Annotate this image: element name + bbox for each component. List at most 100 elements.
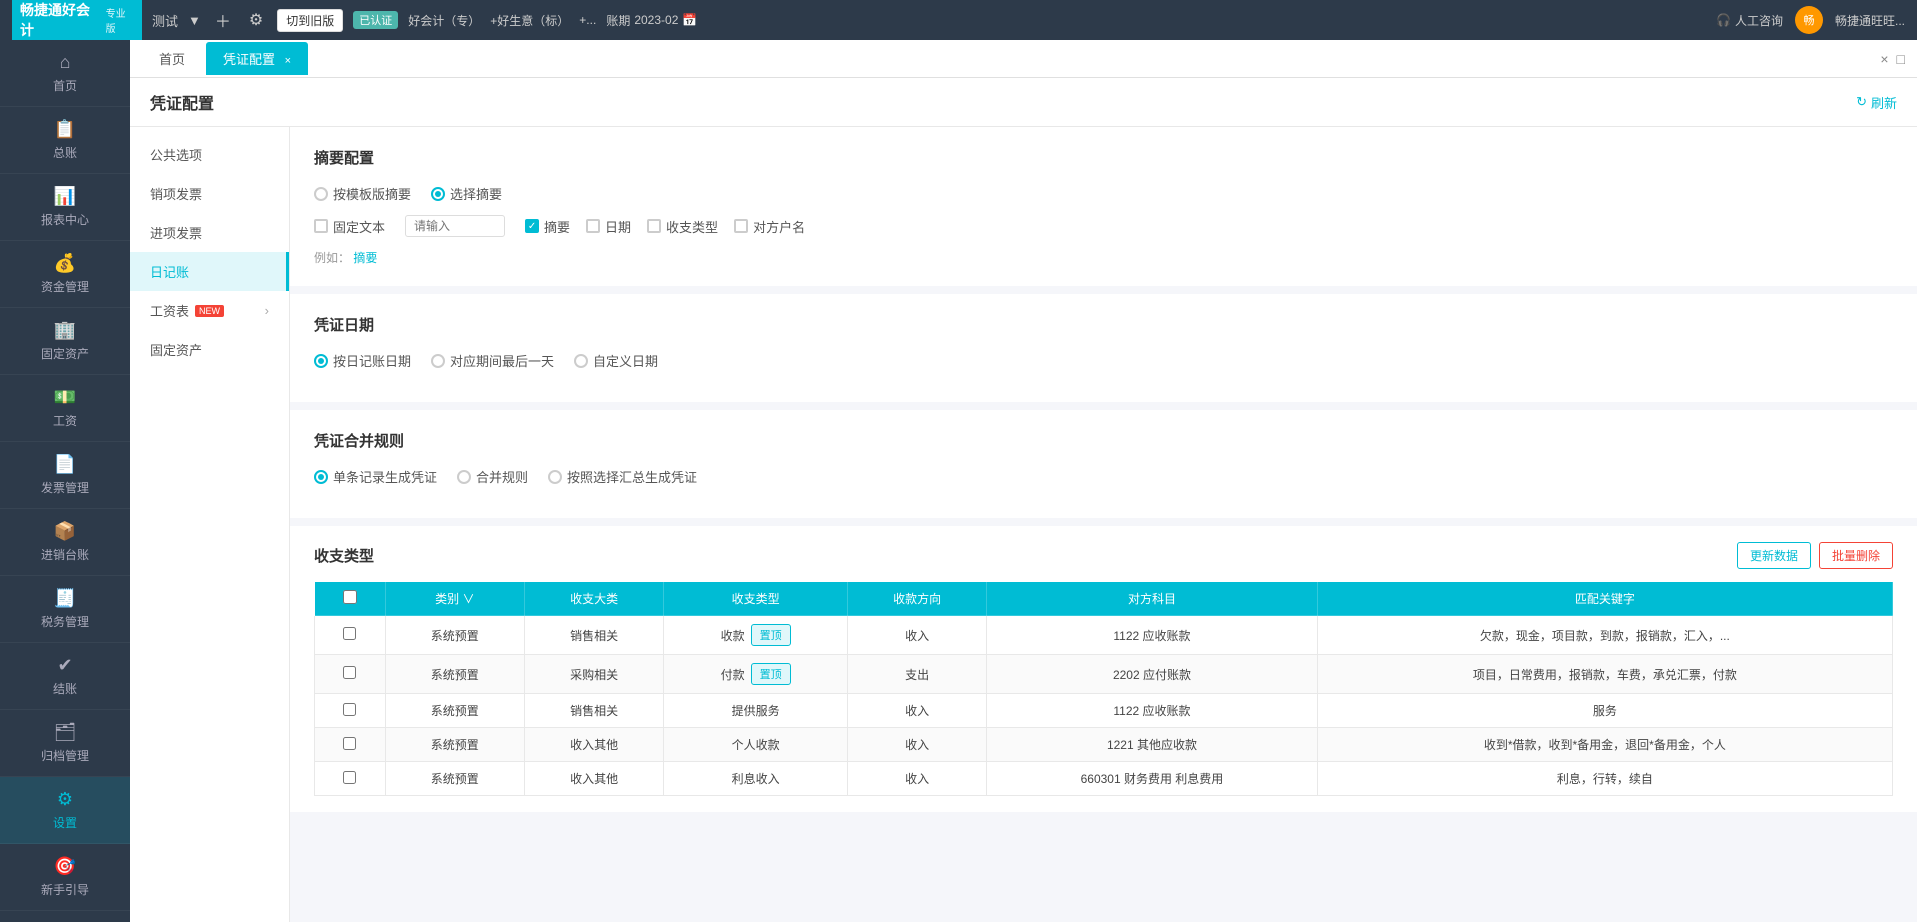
row-category: 系统预置 [385,616,524,655]
check-all-checkbox[interactable] [343,590,357,604]
row-main-type: 收入其他 [524,728,663,762]
checkbox-date[interactable]: 日期 [586,217,631,236]
sidebar-item-archive[interactable]: 🗂 归档管理 [0,710,130,777]
top-tag-button[interactable]: 置顶 [751,624,791,646]
sidebar-item-tax[interactable]: 🧾 税务管理 [0,576,130,643]
checkbox-fixed-box [314,219,328,233]
window-expand-button[interactable]: □ [1897,51,1905,67]
left-nav-sales-label: 销项发票 [150,184,202,203]
row-checkbox-cell[interactable] [315,655,386,694]
left-nav-payroll-table[interactable]: 工资表 NEW › [130,291,289,330]
period-value: 2023-02 [634,13,678,27]
date-radio-group: 按日记账日期 对应期间最后一天 自定义日期 [314,351,1893,370]
radio-select-summary[interactable]: 按照选择汇总生成凭证 [548,467,697,486]
checkbox-income-box [647,219,661,233]
row-checkbox-cell[interactable] [315,728,386,762]
radio-merge-rules-circle [457,470,471,484]
row-sub-type: 利息收入 [664,762,848,796]
checkbox-fixed-text[interactable]: 固定文本 [314,217,385,236]
sidebar-item-invoice-mgmt[interactable]: 📄 发票管理 [0,442,130,509]
page-title: 凭证配置 [150,90,214,114]
radio-journal-date[interactable]: 按日记账日期 [314,351,411,370]
row-category: 系统预置 [385,694,524,728]
voucher-merge-section: 凭证合并规则 单条记录生成凭证 合并规则 [290,410,1917,526]
sidebar-item-ledger[interactable]: 📋 总账 [0,107,130,174]
sidebar-item-payroll[interactable]: 💵 工资 [0,375,130,442]
left-nav-payroll-label: 工资表 [150,301,189,320]
radio-merge-rules[interactable]: 合并规则 [457,467,528,486]
checkbox-income-label: 收支类型 [666,217,718,236]
sidebar-item-reports[interactable]: 📊 报表中心 [0,174,130,241]
row-checkbox-cell[interactable] [315,616,386,655]
left-nav-fixed-label: 固定资产 [150,340,202,359]
checkbox-summary[interactable]: ✓ 摘要 [525,217,570,236]
checkbox-summary-box: ✓ [525,219,539,233]
left-nav-journal[interactable]: 日记账 [130,252,289,291]
settings-icon[interactable]: ⚙ [245,8,267,32]
left-nav-purchase-invoice[interactable]: 进项发票 [130,213,289,252]
calendar-icon[interactable]: 📅 [682,13,697,27]
row-keywords: 收到*借款，收到*备用金，退回*备用金，个人 [1317,728,1892,762]
checkbox-summary-label: 摘要 [544,217,570,236]
radio-select-label: 选择摘要 [450,184,502,203]
row-checkbox[interactable] [343,703,356,716]
checkbox-counterparty[interactable]: 对方户名 [734,217,805,236]
update-data-button[interactable]: 更新数据 [1737,542,1811,569]
fixed-assets-icon: 🏢 [54,320,76,341]
tab-home[interactable]: 首页 [142,42,202,75]
sidebar-item-funds[interactable]: 💰 资金管理 [0,241,130,308]
sidebar-item-home[interactable]: ⌂ 首页 [0,40,130,107]
radio-period-last[interactable]: 对应期间最后一天 [431,351,554,370]
radio-single[interactable]: 单条记录生成凭证 [314,467,437,486]
radio-template[interactable]: 按模板版摘要 [314,184,411,203]
sidebar-item-settlement[interactable]: ✔ 结账 [0,643,130,710]
radio-merge-rules-label: 合并规则 [476,467,528,486]
sidebar-item-settings[interactable]: ⚙ 设置 [0,777,130,844]
user-avatar[interactable]: 畅 [1795,6,1823,34]
tab-voucher-label: 凭证配置 [223,52,275,67]
left-nav-sales-invoice[interactable]: 销项发票 [130,174,289,213]
row-subject: 1122 应收账款 [987,616,1317,655]
radio-custom-date-circle [574,354,588,368]
radio-select[interactable]: 选择摘要 [431,184,502,203]
radio-template-label: 按模板版摘要 [333,184,411,203]
tab-close-icon[interactable]: × [285,55,291,67]
consult-button[interactable]: 🎧 人工咨询 [1716,12,1783,29]
sidebar-item-purchase-sales[interactable]: 📦 进销台账 [0,509,130,576]
tax-icon: 🧾 [54,588,76,609]
app-logo: 畅捷通好会计 专业版 [12,0,142,44]
main-layout: ⌂ 首页 📋 总账 📊 报表中心 💰 资金管理 🏢 固定资产 💵 工资 📄 发票… [0,40,1917,922]
checkbox-income-type[interactable]: 收支类型 [647,217,718,236]
home-icon: ⌂ [60,52,71,73]
refresh-button[interactable]: ↻ 刷新 [1856,93,1897,112]
top-tag-button[interactable]: 置顶 [751,663,791,685]
sidebar-item-fixed-assets[interactable]: 🏢 固定资产 [0,308,130,375]
row-checkbox[interactable] [343,737,356,750]
add-icon[interactable]: ＋ [211,6,235,34]
sidebar-item-member[interactable]: 👑 畅会员 [0,911,130,922]
row-direction: 收入 [847,616,986,655]
switch-version-button[interactable]: 切到旧版 [277,9,343,32]
radio-journal-date-circle [314,354,328,368]
example-text: 例如： 摘要 [314,249,1893,266]
row-checkbox-cell[interactable] [315,694,386,728]
batch-delete-button[interactable]: 批量删除 [1819,542,1893,569]
sidebar-item-guide[interactable]: 🎯 新手引导 [0,844,130,911]
refresh-icon: ↻ [1856,94,1867,110]
row-checkbox-cell[interactable] [315,762,386,796]
sidebar-label-tax: 税务管理 [41,613,89,630]
row-checkbox[interactable] [343,771,356,784]
row-checkbox[interactable] [343,627,356,640]
fixed-text-input[interactable] [405,215,505,237]
tab-voucher-config[interactable]: 凭证配置 × [206,42,308,75]
right-content: 摘要配置 按模板版摘要 选择摘要 [290,127,1917,922]
row-subject: 1122 应收账款 [987,694,1317,728]
left-nav-fixed-assets[interactable]: 固定资产 [130,330,289,369]
row-checkbox[interactable] [343,666,356,679]
left-nav-public[interactable]: 公共选项 [130,135,289,174]
checkbox-counterparty-label: 对方户名 [753,217,805,236]
table-row: 系统预置 采购相关 付款置顶 支出 2202 应付账款 项目，日常费用，报销款，… [315,655,1893,694]
radio-custom-date[interactable]: 自定义日期 [574,351,658,370]
window-close-button[interactable]: × [1880,51,1888,67]
row-main-type: 销售相关 [524,694,663,728]
